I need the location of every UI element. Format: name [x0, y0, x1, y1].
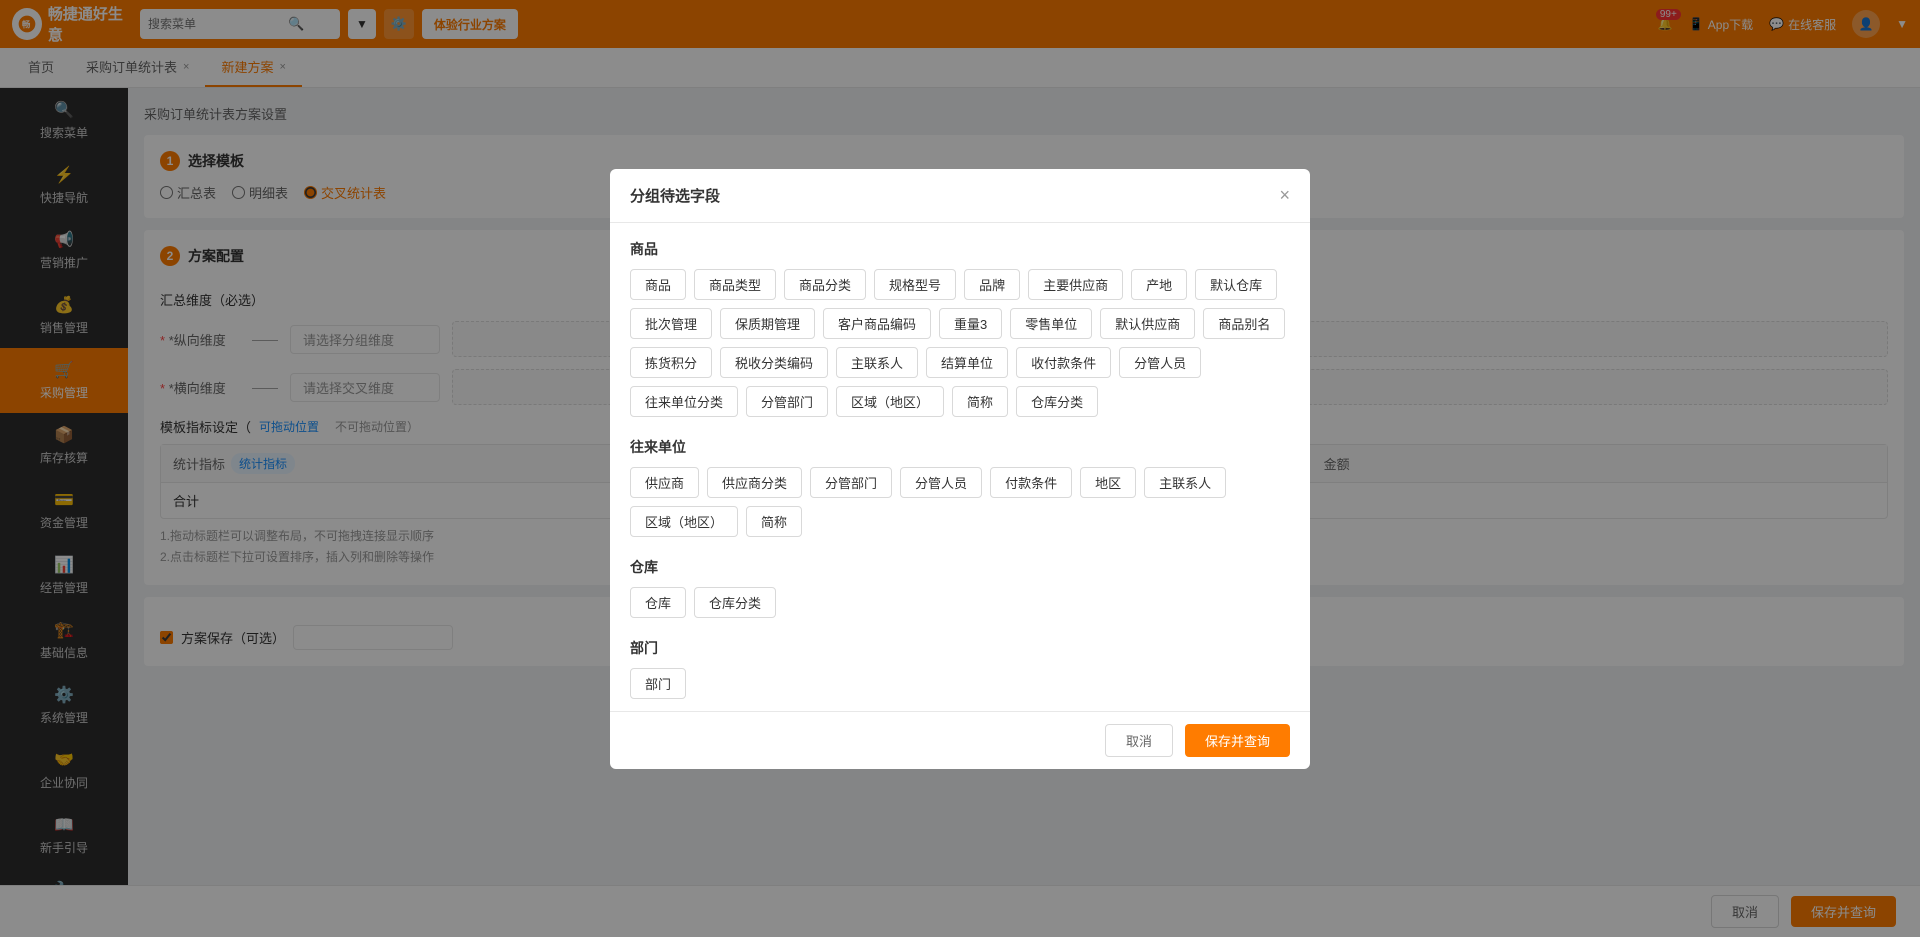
field-tag-product-16[interactable]: 税收分类编码 — [720, 347, 828, 378]
field-group-product: 商品 商品 商品类型 商品分类 规格型号 品牌 主要供应商 产地 默认仓库 批次… — [630, 239, 1290, 417]
field-tags-department: 部门 — [630, 668, 1290, 699]
field-tag-product-11[interactable]: 重量3 — [939, 308, 1002, 339]
field-group-counterpart: 往来单位 供应商 供应商分类 分管部门 分管人员 付款条件 地区 主联系人 区域… — [630, 437, 1290, 537]
field-tag-product-21[interactable]: 往来单位分类 — [630, 386, 738, 417]
field-group-warehouse: 仓库 仓库 仓库分类 — [630, 557, 1290, 618]
field-tag-product-25[interactable]: 仓库分类 — [1016, 386, 1098, 417]
field-tag-product-5[interactable]: 主要供应商 — [1028, 269, 1123, 300]
modal-body: 商品 商品 商品类型 商品分类 规格型号 品牌 主要供应商 产地 默认仓库 批次… — [610, 223, 1310, 711]
field-select-modal: 分组待选字段 × 商品 商品 商品类型 商品分类 规格型号 品牌 主要供应商 产… — [610, 169, 1310, 769]
field-tag-counterpart-1[interactable]: 供应商分类 — [707, 467, 802, 498]
field-tag-product-15[interactable]: 拣货积分 — [630, 347, 712, 378]
field-tag-counterpart-4[interactable]: 付款条件 — [990, 467, 1072, 498]
field-tag-counterpart-7[interactable]: 区域（地区） — [630, 506, 738, 537]
field-tag-counterpart-8[interactable]: 简称 — [746, 506, 802, 537]
field-tag-product-7[interactable]: 默认仓库 — [1195, 269, 1277, 300]
field-group-department: 部门 部门 — [630, 638, 1290, 699]
modal-footer: 取消 保存并查询 — [610, 711, 1310, 769]
field-group-warehouse-title: 仓库 — [630, 557, 1290, 577]
field-tags-warehouse: 仓库 仓库分类 — [630, 587, 1290, 618]
field-tag-product-18[interactable]: 结算单位 — [926, 347, 1008, 378]
modal-cancel-button[interactable]: 取消 — [1105, 724, 1173, 757]
field-tag-product-17[interactable]: 主联系人 — [836, 347, 918, 378]
modal-header: 分组待选字段 × — [610, 169, 1310, 223]
field-tag-counterpart-2[interactable]: 分管部门 — [810, 467, 892, 498]
field-tag-warehouse-0[interactable]: 仓库 — [630, 587, 686, 618]
modal-close-button[interactable]: × — [1279, 185, 1290, 206]
field-group-counterpart-title: 往来单位 — [630, 437, 1290, 457]
field-tag-product-10[interactable]: 客户商品编码 — [823, 308, 931, 339]
field-group-department-title: 部门 — [630, 638, 1290, 658]
field-tag-counterpart-5[interactable]: 地区 — [1080, 467, 1136, 498]
field-tag-product-6[interactable]: 产地 — [1131, 269, 1187, 300]
field-tag-product-20[interactable]: 分管人员 — [1119, 347, 1201, 378]
field-tag-product-0[interactable]: 商品 — [630, 269, 686, 300]
field-tag-counterpart-0[interactable]: 供应商 — [630, 467, 699, 498]
modal-overlay[interactable]: 分组待选字段 × 商品 商品 商品类型 商品分类 规格型号 品牌 主要供应商 产… — [0, 0, 1920, 937]
field-tag-counterpart-3[interactable]: 分管人员 — [900, 467, 982, 498]
field-tag-counterpart-6[interactable]: 主联系人 — [1144, 467, 1226, 498]
field-tag-product-19[interactable]: 收付款条件 — [1016, 347, 1111, 378]
field-tag-product-12[interactable]: 零售单位 — [1010, 308, 1092, 339]
field-tags-product: 商品 商品类型 商品分类 规格型号 品牌 主要供应商 产地 默认仓库 批次管理 … — [630, 269, 1290, 417]
field-tag-product-22[interactable]: 分管部门 — [746, 386, 828, 417]
field-tags-counterpart: 供应商 供应商分类 分管部门 分管人员 付款条件 地区 主联系人 区域（地区） … — [630, 467, 1290, 537]
field-tag-product-3[interactable]: 规格型号 — [874, 269, 956, 300]
field-tag-product-8[interactable]: 批次管理 — [630, 308, 712, 339]
modal-title: 分组待选字段 — [630, 185, 720, 206]
field-tag-product-24[interactable]: 简称 — [952, 386, 1008, 417]
field-tag-product-2[interactable]: 商品分类 — [784, 269, 866, 300]
field-tag-product-13[interactable]: 默认供应商 — [1100, 308, 1195, 339]
field-tag-product-1[interactable]: 商品类型 — [694, 269, 776, 300]
field-tag-product-14[interactable]: 商品别名 — [1203, 308, 1285, 339]
field-tag-warehouse-1[interactable]: 仓库分类 — [694, 587, 776, 618]
modal-confirm-button[interactable]: 保存并查询 — [1185, 724, 1290, 757]
field-tag-department-0[interactable]: 部门 — [630, 668, 686, 699]
field-tag-product-4[interactable]: 品牌 — [964, 269, 1020, 300]
field-tag-product-9[interactable]: 保质期管理 — [720, 308, 815, 339]
field-tag-product-23[interactable]: 区域（地区） — [836, 386, 944, 417]
field-group-product-title: 商品 — [630, 239, 1290, 259]
